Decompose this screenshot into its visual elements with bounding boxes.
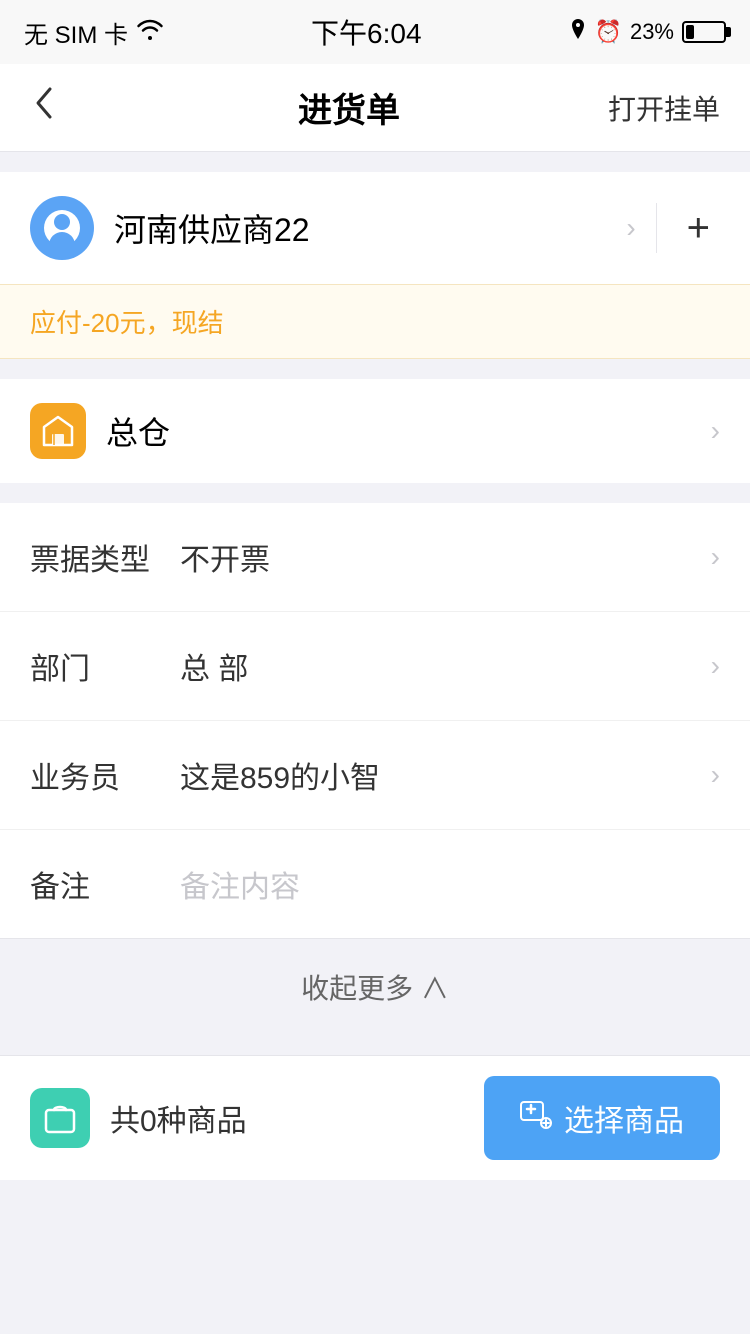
status-bar: 无 SIM 卡 下午6:04 ⏰ 23% [0,0,750,64]
back-button[interactable] [30,81,90,134]
supplier-chevron-icon: › [626,212,635,244]
status-time: 下午6:04 [311,12,422,52]
department-value: 总 部 [180,644,711,688]
department-label: 部门 [30,644,160,688]
remarks-input[interactable]: 备注内容 [180,862,720,906]
page-title: 进货单 [298,83,400,132]
supplier-name: 河南供应商22 [114,205,626,251]
nav-bar: 进货单 打开挂单 [0,64,750,152]
invoice-type-label: 票据类型 [30,535,160,579]
alarm-icon: ⏰ [595,19,622,45]
vertical-divider [656,203,657,253]
section-gap-3 [0,483,750,503]
product-count-label: 共0种商品 [110,1096,484,1140]
warehouse-chevron-icon: › [711,415,720,447]
form-section: 票据类型 不开票 › 部门 总 部 › 业务员 这是859的小智 › 备注 备注… [0,503,750,938]
warehouse-section: 总仓 › [0,379,750,483]
collapse-bar[interactable]: 收起更多 ∧ [0,938,750,1035]
avatar-inner [44,210,80,246]
supplier-notice: 应付-20元，现结 [0,284,750,359]
select-product-button[interactable]: 选择商品 [484,1076,720,1160]
remarks-row[interactable]: 备注 备注内容 [0,829,750,938]
product-icon [30,1088,90,1148]
invoice-type-value: 不开票 [180,535,711,579]
select-product-icon [520,1101,552,1136]
salesperson-value: 这是859的小智 [180,753,711,797]
wifi-icon [136,18,164,47]
status-right: ⏰ 23% [569,18,726,46]
invoice-type-row[interactable]: 票据类型 不开票 › [0,503,750,611]
status-left: 无 SIM 卡 [24,15,164,50]
supplier-section: 河南供应商22 › + 应付-20元，现结 [0,172,750,359]
section-gap-1 [0,152,750,172]
battery-icon [682,21,726,43]
bottom-bar: 共0种商品 选择商品 [0,1055,750,1180]
add-supplier-button[interactable]: + [677,206,720,251]
select-product-label: 选择商品 [564,1096,684,1140]
warehouse-icon [30,403,86,459]
department-chevron-icon: › [711,650,720,682]
carrier-label: 无 SIM 卡 [24,15,128,50]
warehouse-name: 总仓 [106,408,711,454]
salesperson-row[interactable]: 业务员 这是859的小智 › [0,720,750,829]
warehouse-row[interactable]: 总仓 › [0,379,750,483]
invoice-chevron-icon: › [711,541,720,573]
remarks-label: 备注 [30,862,160,906]
section-gap-4 [0,1035,750,1055]
supplier-row[interactable]: 河南供应商22 › + [0,172,750,284]
department-row[interactable]: 部门 总 部 › [0,611,750,720]
location-icon [569,18,587,46]
supplier-avatar [30,196,94,260]
salesperson-chevron-icon: › [711,759,720,791]
salesperson-label: 业务员 [30,753,160,797]
open-pending-button[interactable]: 打开挂单 [608,88,720,128]
battery-fill [686,25,694,39]
section-gap-2 [0,359,750,379]
battery-text: 23% [630,19,674,45]
